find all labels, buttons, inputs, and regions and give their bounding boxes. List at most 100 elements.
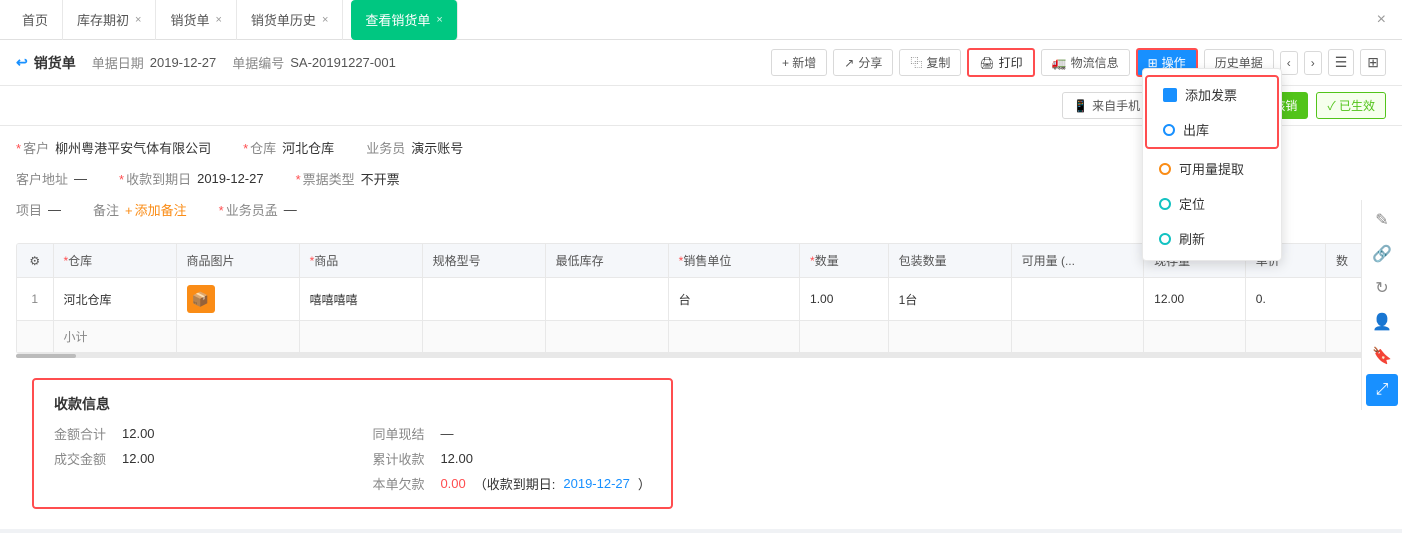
doc-title: ↩ 销货单	[16, 53, 76, 73]
tab-home[interactable]: 首页	[8, 0, 63, 40]
project-value: —	[48, 202, 61, 217]
number-label: 单据编号	[232, 53, 284, 72]
col-warehouse: *仓库	[53, 244, 176, 278]
same-order-value: —	[440, 426, 453, 441]
refresh-icon	[1159, 233, 1171, 245]
row-sales-unit: 台	[668, 278, 799, 321]
number-value: SA-20191227-001	[290, 55, 396, 70]
date-label: 单据日期	[92, 53, 144, 72]
transaction-label: 成交金额	[54, 449, 114, 468]
effective-icon: ✓	[1327, 99, 1335, 113]
row-model	[422, 278, 545, 321]
due-date-label: 收款到期日	[119, 169, 191, 188]
bookmark-sidebar-icon[interactable]: 🔖	[1366, 340, 1398, 372]
row-available	[1011, 278, 1144, 321]
tab-sales-order[interactable]: 销货单 ×	[156, 0, 236, 40]
available-qty-icon	[1159, 163, 1171, 175]
date-value: 2019-12-27	[150, 55, 217, 70]
transaction-value: 12.00	[122, 451, 155, 466]
tab-inventory-init[interactable]: 库存期初 ×	[63, 0, 156, 40]
address-field: 客户地址 —	[16, 169, 87, 188]
due-note: （收款到期日:	[474, 474, 556, 493]
tab-view-sales[interactable]: 查看销货单 ×	[351, 0, 457, 40]
new-button[interactable]: + 新增	[771, 49, 827, 76]
warehouse-label: 仓库	[243, 138, 276, 157]
row-unit-price: 0.	[1245, 278, 1325, 321]
col-product: *商品	[299, 244, 422, 278]
share-icon: ↗	[844, 56, 854, 70]
refresh-sidebar-icon[interactable]: ↻	[1366, 272, 1398, 304]
user-sidebar-icon[interactable]: 👤	[1366, 306, 1398, 338]
doc-title-icon: ↩	[16, 54, 28, 71]
phone-icon: 📱	[1073, 99, 1088, 113]
remark-label: 备注	[93, 200, 119, 219]
total-amount-row: 金额合计 12.00	[54, 424, 332, 443]
salesperson-value: 演示账号	[411, 138, 463, 157]
cumulative-row: 累计收款 12.00	[372, 449, 650, 468]
row-quantity: 1.00	[800, 278, 889, 321]
salesperson2-field: 业务员孟 —	[219, 200, 297, 219]
subtotal-label: 小计	[53, 321, 176, 353]
tab-close-history[interactable]: ×	[322, 14, 328, 26]
row-product: 嘻嘻嘻嘻	[299, 278, 422, 321]
print-button[interactable]: 🖨 打印	[967, 48, 1034, 77]
due-date-field: 收款到期日 2019-12-27	[119, 169, 264, 188]
customer-value: 柳州粤港平安气体有限公司	[55, 138, 211, 157]
ticket-type-label: 票据类型	[296, 169, 355, 188]
copy-icon: ⿻	[910, 54, 922, 71]
edit-sidebar-icon[interactable]: ✎	[1366, 204, 1398, 236]
share-button[interactable]: ↗ 分享	[833, 49, 893, 76]
dropdown-out-warehouse[interactable]: 出库	[1147, 112, 1277, 147]
logistics-button[interactable]: 🚛 物流信息	[1041, 49, 1130, 76]
warehouse-value: 河北仓库	[282, 138, 334, 157]
next-button[interactable]: ›	[1304, 51, 1322, 75]
arrears-label: 本单欠款	[372, 474, 432, 493]
address-label: 客户地址	[16, 169, 68, 188]
project-label: 项目	[16, 200, 42, 219]
out-warehouse-icon	[1163, 124, 1175, 136]
arrears-row: 本单欠款 0.00 （收款到期日: 2019-12-27 ）	[372, 474, 650, 493]
effective-status[interactable]: ✓ 已生效	[1316, 92, 1386, 119]
add-invoice-icon	[1163, 88, 1177, 102]
same-order-row: 同单现结 —	[372, 424, 650, 443]
row-warehouse: 河北仓库	[53, 278, 176, 321]
grid-view-button[interactable]: ⊞	[1360, 49, 1386, 76]
tab-close-inventory[interactable]: ×	[135, 14, 141, 26]
remark-add-link[interactable]: 添加备注	[125, 200, 187, 219]
due-date-value: 2019-12-27	[563, 476, 630, 491]
row-pack-qty: 1台	[888, 278, 1011, 321]
doc-actions: + 新增 ↗ 分享 ⿻ 复制 🖨 打印 🚛 物流信息 ⊞ 操作 历	[771, 48, 1386, 77]
salesperson-field: 业务员 演示账号	[366, 138, 463, 157]
arrears-value: 0.00	[440, 476, 465, 491]
product-image-thumb: 📦	[187, 285, 215, 313]
salesperson2-value: —	[284, 202, 297, 217]
col-available: 可用量 (...	[1011, 244, 1144, 278]
prev-button[interactable]: ‹	[1280, 51, 1298, 75]
dropdown-add-invoice[interactable]: 添加发票	[1147, 77, 1277, 112]
link-sidebar-icon[interactable]: 🔗	[1366, 238, 1398, 270]
total-amount-value: 12.00	[122, 426, 155, 441]
from-phone-button[interactable]: 📱 来自手机	[1062, 92, 1151, 119]
doc-title-text: 销货单	[34, 53, 76, 73]
list-view-button[interactable]: ☰	[1328, 49, 1355, 76]
operations-dropdown: 添加发票 出库 可用量提取 定位 刷新	[1142, 68, 1282, 261]
expand-sidebar-icon[interactable]: ⤢	[1366, 374, 1398, 406]
customer-label: 客户	[16, 138, 49, 157]
dropdown-available-qty[interactable]: 可用量提取	[1143, 151, 1281, 186]
table-row: 1 河北仓库 📦 嘻嘻嘻嘻 台 1.00 1台 12.00 0.	[17, 278, 1385, 321]
tab-close-sales[interactable]: ×	[215, 14, 221, 26]
ticket-type-value: 不开票	[361, 169, 400, 188]
dropdown-refresh[interactable]: 刷新	[1143, 221, 1281, 256]
window-close-button[interactable]: ×	[1369, 11, 1394, 29]
tab-bar: 首页 库存期初 × 销货单 × 销货单历史 × 查看销货单 × ×	[0, 0, 1402, 40]
dropdown-locate[interactable]: 定位	[1143, 186, 1281, 221]
salesperson2-label: 业务员孟	[219, 200, 278, 219]
tab-close-view[interactable]: ×	[436, 14, 442, 26]
col-settings[interactable]: ⚙	[17, 244, 53, 278]
right-sidebar: ✎ 🔗 ↻ 👤 🔖 ⤢	[1361, 200, 1402, 410]
copy-button[interactable]: ⿻ 复制	[899, 49, 961, 76]
payment-title: 收款信息	[54, 394, 651, 414]
tab-sales-history[interactable]: 销货单历史 ×	[237, 0, 343, 40]
col-quantity: *数量	[800, 244, 889, 278]
locate-icon	[1159, 198, 1171, 210]
